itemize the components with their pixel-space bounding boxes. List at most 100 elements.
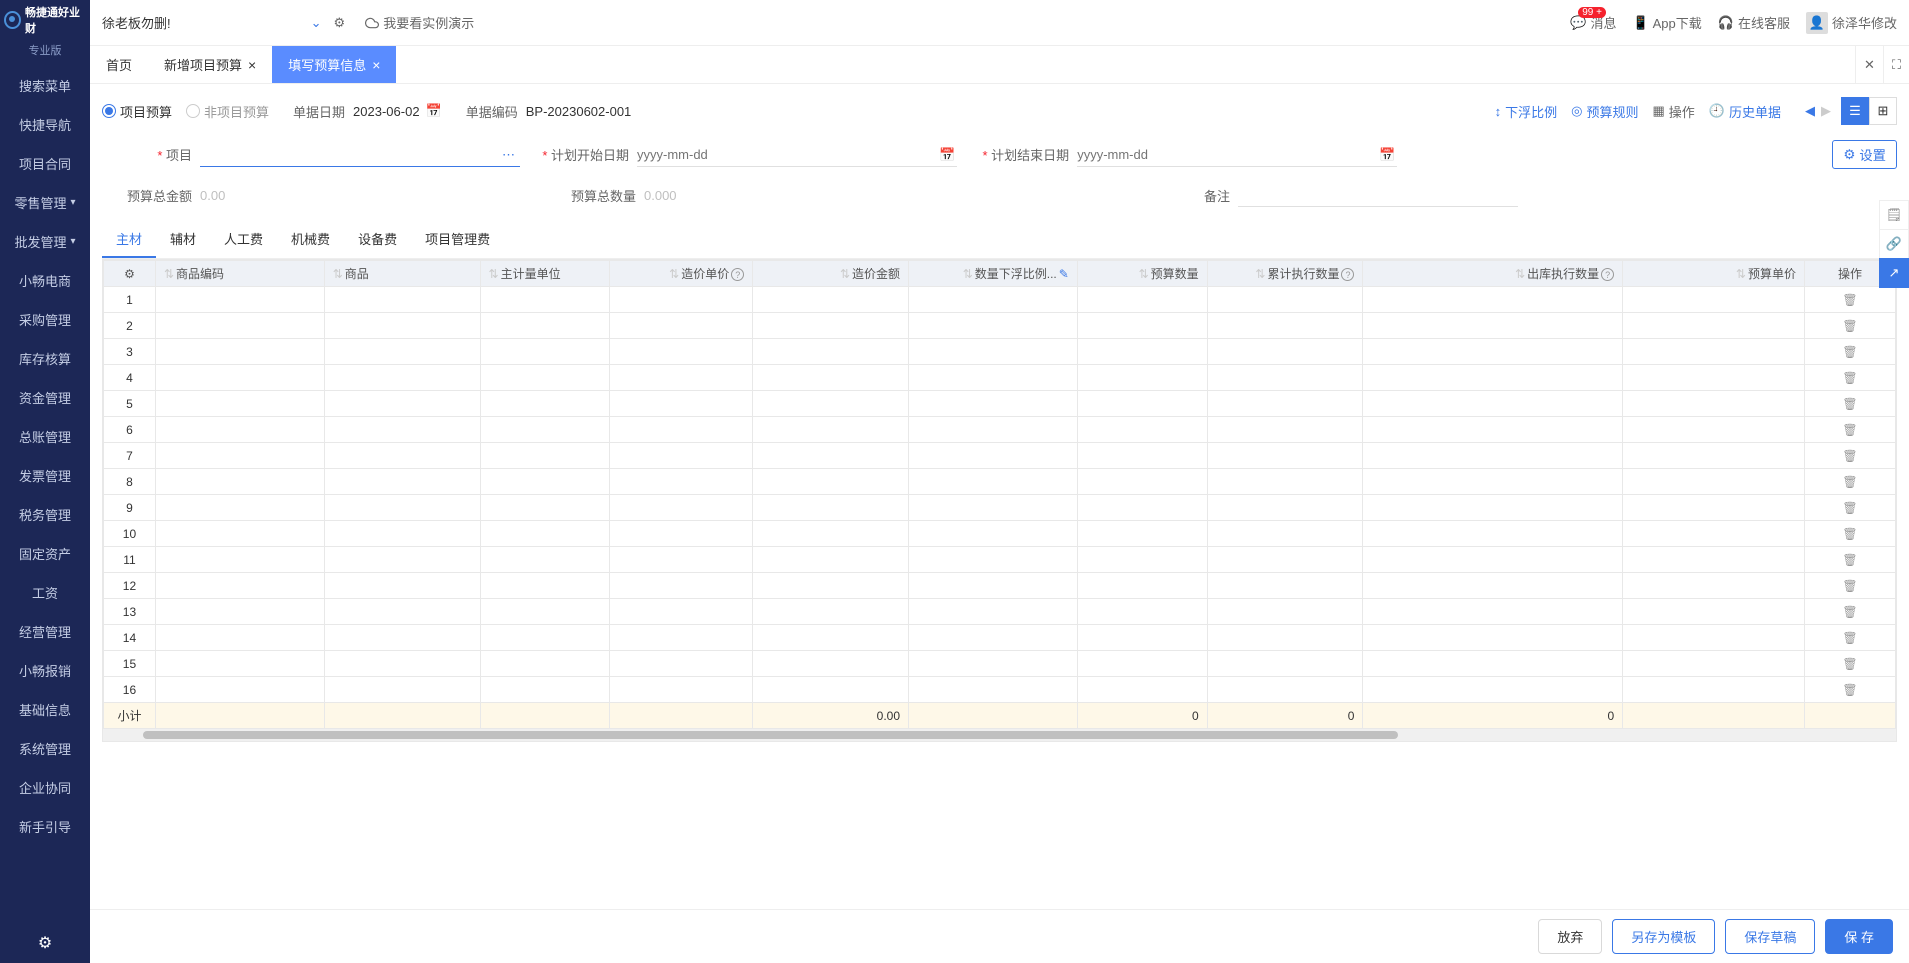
tab-close-all[interactable]: ✕ [1855, 46, 1883, 83]
radio-non-project-budget[interactable]: 非项目预算 [186, 102, 269, 121]
table-row[interactable]: 14🗑 [104, 625, 1896, 651]
pin-expand[interactable]: ↗ [1879, 258, 1909, 288]
org-selector[interactable]: 徐老板勿删! ⌄ [102, 13, 334, 32]
table-row[interactable]: 1🗑 [104, 287, 1896, 313]
user-menu[interactable]: 👤 徐泽华修改 [1806, 12, 1897, 34]
col-budget-qty[interactable]: ⇅预算数量 [1077, 261, 1207, 287]
table-row[interactable]: 6🗑 [104, 417, 1896, 443]
sidebar-item-6[interactable]: 采购管理 [0, 300, 90, 339]
help-icon[interactable]: ? [1601, 268, 1614, 281]
col-product[interactable]: ⇅商品 [324, 261, 480, 287]
sidebar-item-7[interactable]: 库存核算 [0, 339, 90, 378]
save-draft-button[interactable]: 保存草稿 [1725, 919, 1815, 954]
sidebar-item-2[interactable]: 项目合同 [0, 144, 90, 183]
help-icon[interactable]: ? [1341, 268, 1354, 281]
project-input[interactable] [200, 143, 520, 167]
brand-logo[interactable]: 畅捷通好业财 [0, 0, 90, 40]
messages-button[interactable]: 99 + 💬 消息 [1570, 13, 1616, 32]
close-icon[interactable]: × [372, 57, 380, 73]
col-unit-price[interactable]: ⇅造价单价? [610, 261, 753, 287]
action-budget-rule[interactable]: ◎预算规则 [1571, 102, 1638, 121]
tab-fullscreen[interactable]: ⛶ [1883, 46, 1909, 83]
delete-icon[interactable]: 🗑 [1842, 319, 1857, 333]
delete-icon[interactable]: 🗑 [1842, 423, 1857, 437]
tab-0[interactable]: 首页 [90, 46, 148, 83]
delete-icon[interactable]: 🗑 [1842, 631, 1857, 645]
start-date-input[interactable] [637, 143, 957, 167]
delete-icon[interactable]: 🗑 [1842, 345, 1857, 359]
sidebar-item-15[interactable]: 小畅报销 [0, 651, 90, 690]
subtab-0[interactable]: 主材 [102, 221, 156, 258]
col-cum-exec-qty[interactable]: ⇅累计执行数量? [1207, 261, 1363, 287]
sidebar-item-18[interactable]: 企业协同 [0, 768, 90, 807]
settings-gear-icon[interactable]: ⚙ [0, 923, 90, 963]
sidebar-item-11[interactable]: 税务管理 [0, 495, 90, 534]
demo-link[interactable]: 我要看实例演示 [365, 13, 474, 32]
discard-button[interactable]: 放弃 [1538, 919, 1602, 954]
subtab-4[interactable]: 设备费 [344, 221, 411, 258]
delete-icon[interactable]: 🗑 [1842, 293, 1857, 307]
horizontal-scrollbar[interactable] [103, 729, 1896, 741]
table-row[interactable]: 12🗑 [104, 573, 1896, 599]
action-operations[interactable]: ▦操作 [1652, 102, 1694, 121]
table-row[interactable]: 15🗑 [104, 651, 1896, 677]
calendar-icon[interactable]: 📅 [426, 103, 442, 119]
col-product-code[interactable]: ⇅商品编码 [155, 261, 324, 287]
sidebar-item-12[interactable]: 固定资产 [0, 534, 90, 573]
table-row[interactable]: 2🗑 [104, 313, 1896, 339]
pin-attachment[interactable]: 🔗 [1879, 229, 1909, 259]
table-row[interactable]: 5🗑 [104, 391, 1896, 417]
action-float-ratio[interactable]: ↕下浮比例 [1495, 102, 1558, 121]
close-icon[interactable]: × [248, 57, 256, 73]
subtab-5[interactable]: 项目管理费 [411, 221, 504, 258]
doc-date-value[interactable]: 2023-06-02 [353, 104, 420, 119]
sidebar-item-14[interactable]: 经营管理 [0, 612, 90, 651]
table-row[interactable]: 9🗑 [104, 495, 1896, 521]
table-row[interactable]: 10🗑 [104, 521, 1896, 547]
sidebar-item-1[interactable]: 快捷导航 [0, 105, 90, 144]
prev-doc-button[interactable]: ◀ [1805, 103, 1815, 119]
action-history[interactable]: 🕘历史单据 [1709, 102, 1781, 121]
col-out-exec-qty[interactable]: ⇅出库执行数量? [1363, 261, 1623, 287]
tab-2[interactable]: 填写预算信息× [272, 46, 396, 83]
sidebar-item-4[interactable]: 批发管理▾ [0, 222, 90, 261]
online-support-button[interactable]: 🎧 在线客服 [1718, 13, 1790, 32]
table-settings-header[interactable]: ⚙ [104, 261, 156, 287]
view-detail-button[interactable]: ⊞ [1869, 97, 1897, 125]
col-unit[interactable]: ⇅主计量单位 [480, 261, 610, 287]
view-list-button[interactable]: ☰ [1841, 97, 1869, 125]
delete-icon[interactable]: 🗑 [1842, 683, 1857, 697]
subtab-3[interactable]: 机械费 [277, 221, 344, 258]
sidebar-item-16[interactable]: 基础信息 [0, 690, 90, 729]
help-icon[interactable]: ? [731, 268, 744, 281]
save-as-template-button[interactable]: 另存为模板 [1612, 919, 1715, 954]
settings-button[interactable]: ⚙设置 [1832, 140, 1897, 169]
sidebar-item-17[interactable]: 系统管理 [0, 729, 90, 768]
delete-icon[interactable]: 🗑 [1842, 657, 1857, 671]
org-settings-icon[interactable]: ⚙ [334, 15, 346, 31]
delete-icon[interactable]: 🗑 [1842, 501, 1857, 515]
calendar-icon[interactable]: 📅 [939, 147, 955, 163]
delete-icon[interactable]: 🗑 [1842, 579, 1857, 593]
end-date-input[interactable] [1077, 143, 1397, 167]
delete-icon[interactable]: 🗑 [1842, 553, 1857, 567]
col-float-ratio[interactable]: ⇅数量下浮比例...✎ [909, 261, 1078, 287]
sidebar-item-8[interactable]: 资金管理 [0, 378, 90, 417]
calendar-icon[interactable]: 📅 [1379, 147, 1395, 163]
col-amount[interactable]: ⇅造价金额 [753, 261, 909, 287]
sidebar-item-9[interactable]: 总账管理 [0, 417, 90, 456]
col-budget-price[interactable]: ⇅预算单价 [1623, 261, 1805, 287]
sidebar-item-13[interactable]: 工资 [0, 573, 90, 612]
tab-1[interactable]: 新增项目预算× [148, 46, 272, 83]
delete-icon[interactable]: 🗑 [1842, 449, 1857, 463]
radio-project-budget[interactable]: 项目预算 [102, 102, 172, 121]
project-lookup-icon[interactable]: ⋯ [502, 147, 515, 163]
sidebar-item-3[interactable]: 零售管理▾ [0, 183, 90, 222]
table-row[interactable]: 3🗑 [104, 339, 1896, 365]
app-download-button[interactable]: 📱 App下载 [1632, 13, 1701, 32]
table-row[interactable]: 7🗑 [104, 443, 1896, 469]
delete-icon[interactable]: 🗑 [1842, 397, 1857, 411]
remark-input[interactable] [1238, 183, 1518, 207]
save-button[interactable]: 保 存 [1825, 919, 1893, 954]
delete-icon[interactable]: 🗑 [1842, 371, 1857, 385]
